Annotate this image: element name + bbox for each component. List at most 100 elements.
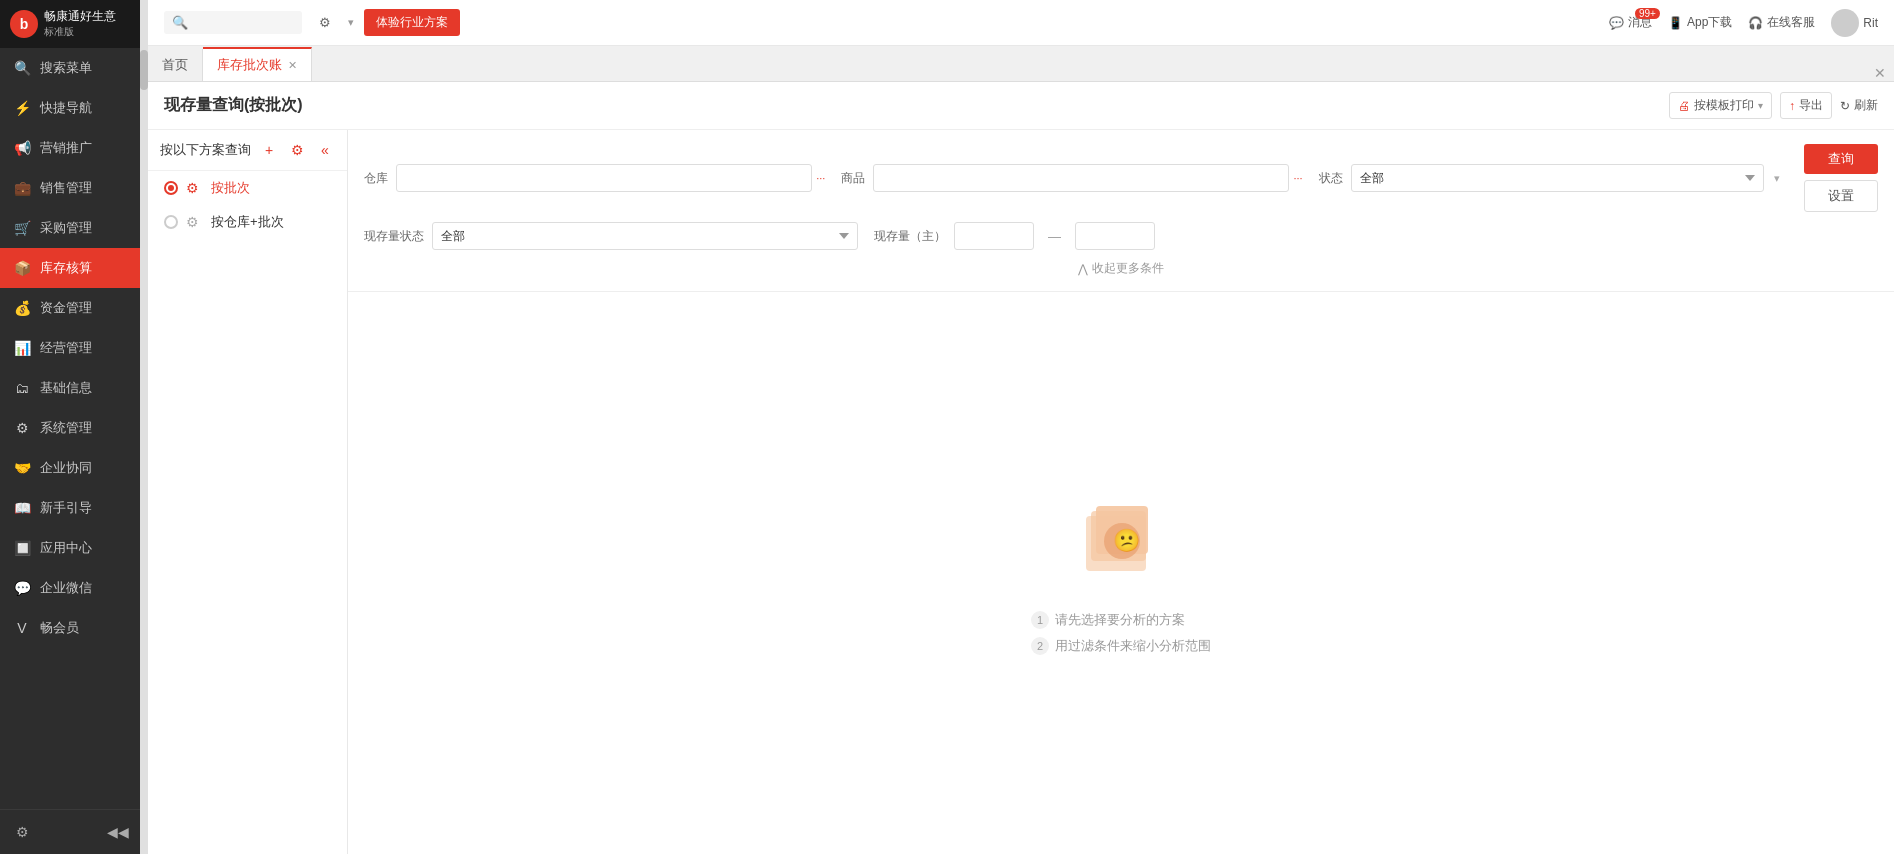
- stock-status-select[interactable]: 全部 有库存 无库存: [432, 222, 858, 250]
- user-name: Rit: [1863, 16, 1878, 30]
- nav-item-资金管理[interactable]: 💰 资金管理: [0, 288, 140, 328]
- stock-qty-min[interactable]: [954, 222, 1034, 250]
- warehouse-input-group: ···: [396, 164, 825, 192]
- topbar-settings-btn[interactable]: ⚙: [312, 10, 338, 36]
- filter-header-actions: + ⚙ «: [259, 140, 335, 160]
- nav-item-营销推广[interactable]: 📢 营销推广: [0, 128, 140, 168]
- filter-settings-btn[interactable]: ⚙: [287, 140, 307, 160]
- print-dropdown-icon[interactable]: ▾: [1758, 100, 1763, 111]
- filter-item-warehouse-batch[interactable]: ⚙ 按仓库+批次: [148, 205, 347, 239]
- footer-settings-icon[interactable]: ⚙: [10, 820, 34, 844]
- nav-item-基础信息[interactable]: 🗂 基础信息: [0, 368, 140, 408]
- nav-item-快捷导航[interactable]: ⚡ 快捷导航: [0, 88, 140, 128]
- nav-item-库存核算[interactable]: 📦 库存核算: [0, 248, 140, 288]
- nav-label-12: 应用中心: [40, 539, 92, 557]
- main-area: 🔍 ⚙ ▾ 体验行业方案 💬 消息 99+ 📱 App下载 🎧 在线客服: [148, 0, 1894, 854]
- nav-item-新手引导[interactable]: 📖 新手引导: [0, 488, 140, 528]
- online-service-btn[interactable]: 🎧 在线客服: [1748, 14, 1815, 31]
- filter-header: 按以下方案查询 + ⚙ «: [148, 130, 347, 171]
- nav-label-0: 搜索菜单: [40, 59, 92, 77]
- message-badge: 99+: [1635, 8, 1660, 19]
- warehouse-field: 仓库 ···: [364, 164, 825, 192]
- nav-item-经营管理[interactable]: 📊 经营管理: [0, 328, 140, 368]
- nav-label-5: 库存核算: [40, 259, 92, 277]
- footer-collapse-icon[interactable]: ◀◀: [106, 820, 130, 844]
- status-dropdown-icon: ▾: [1774, 172, 1780, 185]
- export-btn[interactable]: ↑ 导出: [1780, 92, 1832, 119]
- nav-label-1: 快捷导航: [40, 99, 92, 117]
- nav-item-企业微信[interactable]: 💬 企业微信: [0, 568, 140, 608]
- user-avatar: [1831, 9, 1859, 37]
- page-title: 现存量查询(按批次): [164, 95, 303, 116]
- action-column: 查询 设置: [1796, 144, 1878, 212]
- nav-item-畅会员[interactable]: V 畅会员: [0, 608, 140, 648]
- tab-home-label: 首页: [162, 56, 188, 74]
- warehouse-input[interactable]: [396, 164, 812, 192]
- collapse-btn[interactable]: ⋀ 收起更多条件: [1078, 260, 1164, 277]
- sidebar: b 畅康通好生意 标准版 🔍 搜索菜单 ⚡ 快捷导航 📢 营销推广 💼 销售管理…: [0, 0, 140, 854]
- filter-radio-batch: [164, 181, 178, 195]
- sidebar-footer: ⚙ ◀◀: [0, 809, 140, 854]
- stock-status-field: 现存量状态 全部 有库存 无库存: [364, 222, 858, 250]
- status-select[interactable]: 全部 正常 锁定: [1351, 164, 1764, 192]
- filter-collapse-btn[interactable]: «: [315, 140, 335, 160]
- product-more-btn[interactable]: ···: [1293, 172, 1302, 184]
- tab-home[interactable]: 首页: [148, 49, 203, 81]
- app-download-btn[interactable]: 📱 App下载: [1668, 14, 1732, 31]
- app-title-block: 畅康通好生意 标准版: [44, 9, 116, 39]
- topbar: 🔍 ⚙ ▾ 体验行业方案 💬 消息 99+ 📱 App下载 🎧 在线客服: [148, 0, 1894, 46]
- sidebar-header: b 畅康通好生意 标准版: [0, 0, 140, 48]
- export-label: 导出: [1799, 97, 1823, 114]
- search-input[interactable]: [194, 16, 294, 30]
- nav-icon-12: 🔲: [12, 538, 32, 558]
- query-btn[interactable]: 查询: [1804, 144, 1878, 174]
- nav-item-应用中心[interactable]: 🔲 应用中心: [0, 528, 140, 568]
- experience-btn[interactable]: 体验行业方案: [364, 9, 460, 36]
- tip-num-1: 1: [1031, 611, 1049, 629]
- tab-inventory[interactable]: 库存批次账 ✕: [203, 47, 312, 81]
- status-field: 状态 全部 正常 锁定 ▾: [1319, 164, 1780, 192]
- export-icon: ↑: [1789, 99, 1795, 113]
- sidebar-nav: 🔍 搜索菜单 ⚡ 快捷导航 📢 营销推广 💼 销售管理 🛒 采购管理 📦 库存核…: [0, 48, 140, 809]
- nav-label-3: 销售管理: [40, 179, 92, 197]
- filter-radio-warehouse: [164, 215, 178, 229]
- app-name: 畅康通好生意: [44, 9, 116, 25]
- filter-actions: ⋀ 收起更多条件: [364, 260, 1878, 277]
- warehouse-more-btn[interactable]: ···: [816, 172, 825, 184]
- app-logo: b: [10, 10, 38, 38]
- nav-item-采购管理[interactable]: 🛒 采购管理: [0, 208, 140, 248]
- nav-label-8: 基础信息: [40, 379, 92, 397]
- online-service-label: 在线客服: [1767, 14, 1815, 31]
- nav-label-2: 营销推广: [40, 139, 92, 157]
- search-icon: 🔍: [172, 15, 188, 30]
- nav-icon-10: 🤝: [12, 458, 32, 478]
- nav-icon-7: 📊: [12, 338, 32, 358]
- app-download-icon: 📱: [1668, 16, 1683, 30]
- nav-item-企业协同[interactable]: 🤝 企业协同: [0, 448, 140, 488]
- user-profile-btn[interactable]: Rit: [1831, 9, 1878, 37]
- empty-icon: 😕: [1071, 491, 1171, 591]
- topbar-search-box[interactable]: 🔍: [164, 11, 302, 34]
- tabs-close-all-btn[interactable]: ✕: [1874, 65, 1886, 81]
- main-content: 仓库 ··· 商品 ··· 状态: [348, 130, 1894, 854]
- batch-icon: ⚙: [186, 180, 199, 196]
- settings-btn[interactable]: 设置: [1804, 180, 1878, 212]
- empty-tip-1: 1 请先选择要分析的方案: [1031, 611, 1211, 629]
- filter-add-btn[interactable]: +: [259, 140, 279, 160]
- tab-close-btn[interactable]: ✕: [288, 59, 297, 72]
- stock-qty-max[interactable]: [1075, 222, 1155, 250]
- refresh-btn[interactable]: ↻ 刷新: [1840, 97, 1878, 114]
- scrollbar-thumb[interactable]: [140, 50, 148, 90]
- nav-icon-13: 💬: [12, 578, 32, 598]
- print-btn[interactable]: 🖨 按模板打印 ▾: [1669, 92, 1772, 119]
- dropdown-arrow-icon[interactable]: ▾: [348, 16, 354, 29]
- filter-item-batch[interactable]: ⚙ 按批次: [148, 171, 347, 205]
- message-btn[interactable]: 💬 消息 99+: [1609, 14, 1652, 31]
- stock-qty-dash: —: [1048, 229, 1061, 244]
- nav-item-系统管理[interactable]: ⚙ 系统管理: [0, 408, 140, 448]
- product-input[interactable]: [873, 164, 1289, 192]
- nav-item-销售管理[interactable]: 💼 销售管理: [0, 168, 140, 208]
- collapse-up-icon: ⋀: [1078, 262, 1088, 276]
- tab-inventory-label: 库存批次账: [217, 56, 282, 74]
- nav-item-搜索菜单[interactable]: 🔍 搜索菜单: [0, 48, 140, 88]
